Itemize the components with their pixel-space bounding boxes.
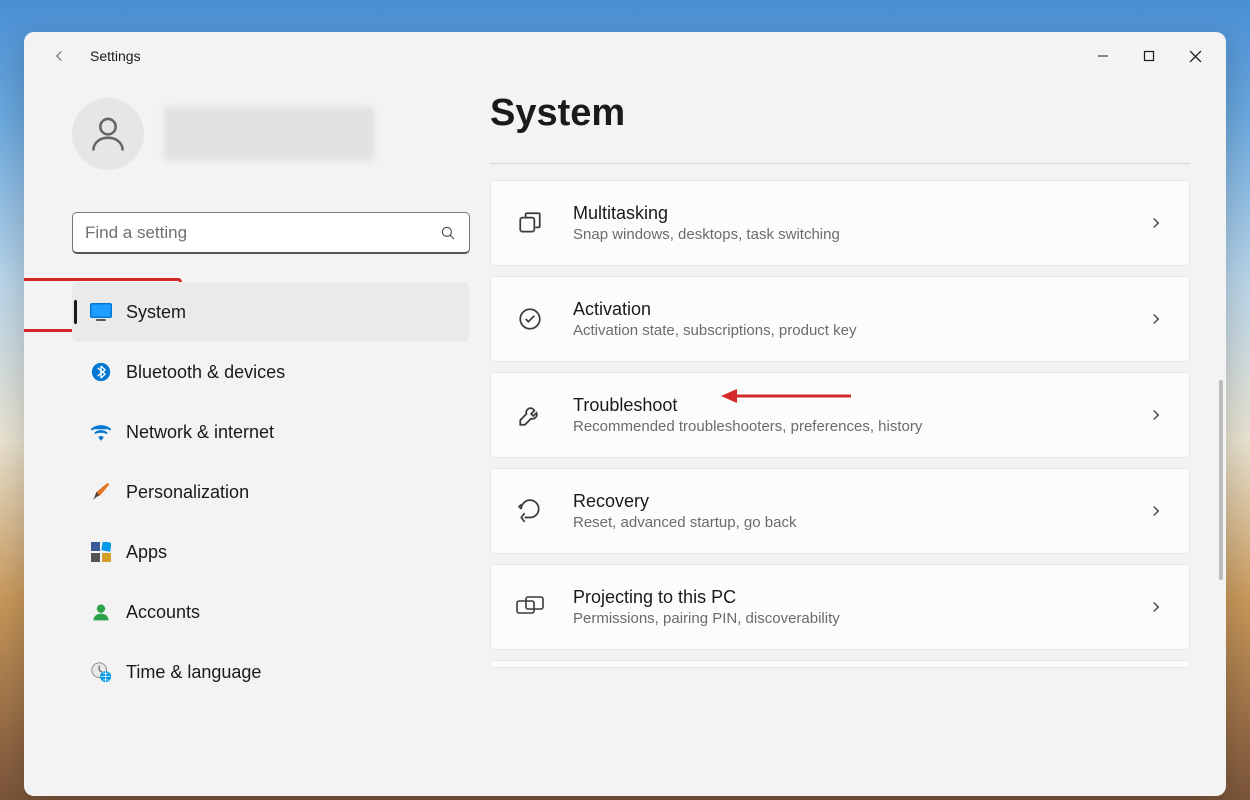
card-projecting[interactable]: Projecting to this PC Permissions, pairi… <box>490 564 1190 650</box>
card-subtitle: Permissions, pairing PIN, discoverabilit… <box>573 610 1147 627</box>
card-title: Projecting to this PC <box>573 587 1147 608</box>
multitasking-icon <box>515 208 545 238</box>
activation-icon <box>515 304 545 334</box>
minimize-icon <box>1097 50 1109 62</box>
troubleshoot-icon <box>515 400 545 430</box>
chevron-right-icon <box>1147 214 1165 232</box>
content-area: System Bluetooth & devices Network & int… <box>24 80 1226 796</box>
window-title: Settings <box>90 48 141 64</box>
nav-item-bluetooth[interactable]: Bluetooth & devices <box>72 342 470 402</box>
divider <box>490 163 1190 164</box>
nav-label: System <box>126 302 186 323</box>
card-multitasking[interactable]: Multitasking Snap windows, desktops, tas… <box>490 180 1190 266</box>
card-next-partial[interactable] <box>490 660 1190 668</box>
card-subtitle: Reset, advanced startup, go back <box>573 514 1147 531</box>
cards-list: Multitasking Snap windows, desktops, tas… <box>490 180 1190 674</box>
accounts-icon <box>90 601 112 623</box>
main-panel: System Multitasking Snap windows, deskto… <box>484 80 1226 796</box>
nav-label: Network & internet <box>126 422 274 443</box>
window-controls <box>1080 40 1218 72</box>
nav-label: Bluetooth & devices <box>126 362 285 383</box>
recovery-icon <box>515 496 545 526</box>
nav-label: Time & language <box>126 662 261 683</box>
search-input[interactable] <box>85 223 439 243</box>
back-button[interactable] <box>44 41 74 71</box>
nav-label: Accounts <box>126 602 200 623</box>
sidebar: System Bluetooth & devices Network & int… <box>24 80 484 796</box>
system-icon <box>90 301 112 323</box>
page-title: System <box>490 92 1190 135</box>
nav-item-time[interactable]: Time & language <box>72 642 470 702</box>
card-subtitle: Activation state, subscriptions, product… <box>573 322 1147 339</box>
clock-globe-icon <box>90 661 112 683</box>
card-recovery[interactable]: Recovery Reset, advanced startup, go bac… <box>490 468 1190 554</box>
card-title: Recovery <box>573 491 1147 512</box>
wifi-icon <box>90 421 112 443</box>
nav-item-apps[interactable]: Apps <box>72 522 470 582</box>
card-title: Troubleshoot <box>573 395 1147 416</box>
scrollbar-thumb[interactable] <box>1219 380 1223 580</box>
card-subtitle: Recommended troubleshooters, preferences… <box>573 418 1147 435</box>
chevron-right-icon <box>1147 502 1165 520</box>
maximize-button[interactable] <box>1126 40 1172 72</box>
nav-item-network[interactable]: Network & internet <box>72 402 470 462</box>
card-title: Activation <box>573 299 1147 320</box>
close-icon <box>1189 50 1202 63</box>
back-arrow-icon <box>50 47 68 65</box>
profile-name-redacted <box>164 107 374 161</box>
paintbrush-icon <box>90 481 112 503</box>
bluetooth-icon <box>90 361 112 383</box>
person-icon <box>86 112 130 156</box>
search-icon <box>439 224 457 242</box>
avatar <box>72 98 144 170</box>
card-title: Multitasking <box>573 203 1147 224</box>
card-activation[interactable]: Activation Activation state, subscriptio… <box>490 276 1190 362</box>
chevron-right-icon <box>1147 310 1165 328</box>
titlebar: Settings <box>24 32 1226 80</box>
search-box[interactable] <box>72 212 470 254</box>
apps-icon <box>90 541 112 563</box>
nav-item-system[interactable]: System <box>72 282 470 342</box>
nav-label: Apps <box>126 542 167 563</box>
chevron-right-icon <box>1147 598 1165 616</box>
minimize-button[interactable] <box>1080 40 1126 72</box>
nav-item-personalization[interactable]: Personalization <box>72 462 470 522</box>
close-button[interactable] <box>1172 40 1218 72</box>
search-container <box>24 212 484 254</box>
card-troubleshoot[interactable]: Troubleshoot Recommended troubleshooters… <box>490 372 1190 458</box>
maximize-icon <box>1143 50 1155 62</box>
projecting-icon <box>515 592 545 622</box>
nav-label: Personalization <box>126 482 249 503</box>
settings-window: Settings <box>24 32 1226 796</box>
nav-list: System Bluetooth & devices Network & int… <box>24 282 484 702</box>
nav-item-accounts[interactable]: Accounts <box>72 582 470 642</box>
card-subtitle: Snap windows, desktops, task switching <box>573 226 1147 243</box>
chevron-right-icon <box>1147 406 1165 424</box>
profile-section[interactable] <box>24 86 484 188</box>
